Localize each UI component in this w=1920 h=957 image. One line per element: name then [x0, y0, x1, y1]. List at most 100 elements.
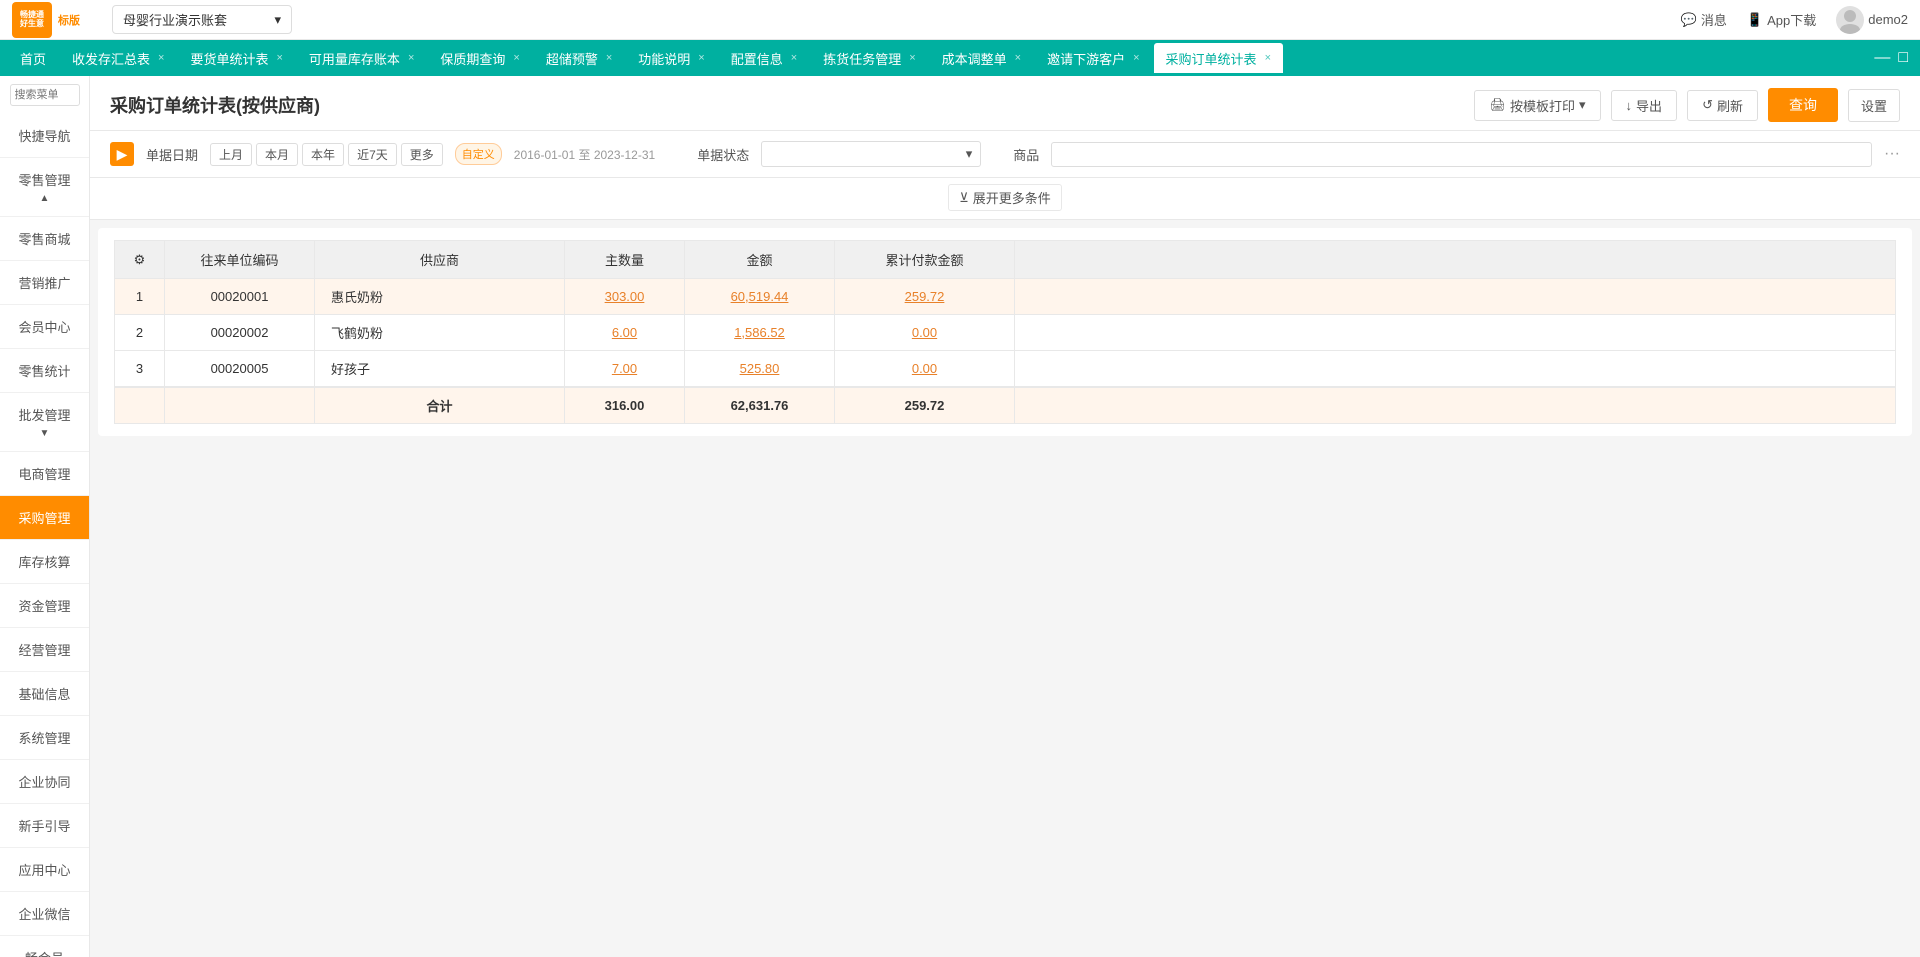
close-icon[interactable]: ×	[698, 52, 704, 64]
minimize-icon[interactable]: —	[1874, 49, 1890, 67]
cell-qty[interactable]: 303.00	[565, 279, 685, 315]
sidebar-label-app-center: 应用中心	[18, 860, 70, 879]
more-options-icon[interactable]: ···	[1884, 145, 1900, 163]
close-icon[interactable]: ×	[276, 52, 282, 64]
sidebar-item-retail-store[interactable]: 零售商城	[0, 217, 89, 261]
status-select[interactable]: ▾	[761, 141, 981, 167]
date-shortcut-more[interactable]: 更多	[401, 143, 443, 166]
export-btn[interactable]: ↓ 导出	[1611, 90, 1678, 121]
messages-btn[interactable]: 💬 消息	[1681, 10, 1727, 29]
print-btn[interactable]: 🖨 按模板打印 ▾	[1474, 90, 1600, 121]
cell-amount[interactable]: 525.80	[685, 351, 835, 388]
close-icon[interactable]: ×	[158, 52, 164, 64]
sidebar-item-new-guide[interactable]: 新手引导	[0, 804, 89, 848]
date-range: 2016-01-01 至 2023-12-31	[514, 146, 655, 163]
sidebar-item-finance[interactable]: 资金管理	[0, 584, 89, 628]
close-icon[interactable]: ×	[1133, 52, 1139, 64]
sidebar-item-enterprise-collab[interactable]: 企业协同	[0, 760, 89, 804]
th-supplier: 供应商	[315, 241, 565, 279]
date-shortcut-7-days[interactable]: 近7天	[348, 143, 397, 166]
sidebar-label-sys-mgmt: 系统管理	[18, 728, 70, 747]
sidebar-item-member[interactable]: 畅会员	[0, 936, 89, 957]
cell-paid[interactable]: 0.00	[835, 315, 1015, 351]
cell-qty[interactable]: 7.00	[565, 351, 685, 388]
tab-config-info-label: 配置信息	[731, 49, 783, 68]
close-icon[interactable]: ×	[1265, 52, 1271, 64]
expand-conditions-btn[interactable]: ⊻ 展开更多条件	[948, 184, 1062, 211]
sidebar-item-inventory-check[interactable]: 库存核算	[0, 540, 89, 584]
date-shortcut-this-year[interactable]: 本年	[302, 143, 344, 166]
tab-expiry-query[interactable]: 保质期查询 ×	[428, 43, 531, 73]
data-table: ⚙ 往来单位编码 供应商 主数量 金额	[114, 240, 1896, 424]
tab-home[interactable]: 首页	[8, 43, 58, 73]
shortcut-nav-label: 快捷导航	[18, 126, 70, 145]
main-layout: 快捷导航 零售管理 ▲ 零售商城 营销推广 会员中心 零售统计 批发管理 ▼ 电…	[0, 76, 1920, 957]
search-input[interactable]	[10, 84, 80, 106]
sidebar-item-purchase-mgmt[interactable]: 采购管理	[0, 496, 89, 540]
query-btn[interactable]: 查询	[1768, 88, 1838, 122]
tab-pickup-task[interactable]: 拣货任务管理 ×	[811, 43, 927, 73]
sidebar-label-inventory-check: 库存核算	[18, 552, 70, 571]
refresh-btn[interactable]: ↺ 刷新	[1687, 90, 1758, 121]
refresh-label: 刷新	[1717, 96, 1743, 115]
filter-toggle-btn[interactable]: ▶	[110, 142, 134, 166]
close-icon[interactable]: ×	[909, 52, 915, 64]
sidebar-label-basic-info: 基础信息	[18, 684, 70, 703]
close-icon[interactable]: ×	[606, 52, 612, 64]
tab-overstock-alert[interactable]: 超储预警 ×	[534, 43, 624, 73]
chevron-down-icon: ▾	[966, 146, 973, 162]
cell-amount[interactable]: 60,519.44	[685, 279, 835, 315]
close-icon[interactable]: ×	[408, 52, 414, 64]
sidebar-item-ops-mgmt[interactable]: 经营管理	[0, 628, 89, 672]
sidebar-item-ecommerce[interactable]: 电商管理	[0, 452, 89, 496]
settings-btn[interactable]: 设置	[1848, 89, 1900, 122]
sidebar-item-wholesale-mgmt[interactable]: 批发管理 ▼	[0, 393, 89, 452]
tab-func-desc[interactable]: 功能说明 ×	[626, 43, 716, 73]
th-settings[interactable]: ⚙	[115, 241, 165, 279]
workspace-selector[interactable]: 母婴行业演示账套 ▾	[112, 5, 292, 34]
sidebar-label-purchase-mgmt: 采购管理	[18, 508, 70, 527]
date-shortcut-this-month[interactable]: 本月	[256, 143, 298, 166]
tab-req-stats[interactable]: 要货单统计表 ×	[178, 43, 294, 73]
sidebar-item-marketing[interactable]: 营销推广	[0, 261, 89, 305]
export-icon: ↓	[1626, 98, 1633, 113]
maximize-icon[interactable]: □	[1898, 49, 1908, 67]
tab-purchase-stats[interactable]: 采购订单统计表 ×	[1154, 43, 1283, 73]
cell-amount[interactable]: 1,586.52	[685, 315, 835, 351]
sidebar-label-member: 畅会员	[25, 948, 64, 957]
close-icon[interactable]: ×	[1015, 52, 1021, 64]
sidebar-item-enterprise-wechat[interactable]: 企业微信	[0, 892, 89, 936]
cell-paid[interactable]: 0.00	[835, 351, 1015, 388]
app-download-btn[interactable]: 📱 App下载	[1747, 10, 1816, 29]
user-profile[interactable]: demo2	[1836, 6, 1908, 34]
cell-qty[interactable]: 6.00	[565, 315, 685, 351]
messages-label: 消息	[1701, 10, 1727, 29]
export-label: 导出	[1636, 96, 1662, 115]
content-area: 采购订单统计表(按供应商) 🖨 按模板打印 ▾ ↓ 导出 ↺ 刷新 查询	[90, 76, 1920, 957]
sidebar-item-sys-mgmt[interactable]: 系统管理	[0, 716, 89, 760]
tab-receive-pay[interactable]: 收发存汇总表 ×	[60, 43, 176, 73]
cell-paid[interactable]: 259.72	[835, 279, 1015, 315]
footer-label: 合计	[315, 387, 565, 424]
tab-invite-downstream[interactable]: 邀请下游客户 ×	[1035, 43, 1151, 73]
tab-overstock-alert-label: 超储预警	[546, 49, 598, 68]
sidebar-item-member-center[interactable]: 会员中心	[0, 305, 89, 349]
tab-available-inv[interactable]: 可用量库存账本 ×	[297, 43, 426, 73]
sidebar-label-member-center: 会员中心	[18, 317, 70, 336]
goods-input[interactable]	[1051, 142, 1872, 167]
sidebar-item-basic-info[interactable]: 基础信息	[0, 672, 89, 716]
sidebar-item-app-center[interactable]: 应用中心	[0, 848, 89, 892]
tab-cost-adjust-label: 成本调整单	[942, 49, 1007, 68]
date-shortcut-last-month[interactable]: 上月	[210, 143, 252, 166]
table-footer-row: 合计 316.00 62,631.76 259.72	[115, 387, 1896, 424]
date-custom-tag[interactable]: 自定义	[455, 143, 502, 165]
tab-config-info[interactable]: 配置信息 ×	[719, 43, 809, 73]
sidebar-item-retail-mgmt[interactable]: 零售管理 ▲	[0, 158, 89, 217]
tab-cost-adjust[interactable]: 成本调整单 ×	[930, 43, 1033, 73]
sidebar-item-retail-stats[interactable]: 零售统计	[0, 349, 89, 393]
settings-icon: ⚙	[134, 252, 146, 267]
chevron-down-icon: ▾	[274, 12, 281, 28]
close-icon[interactable]: ×	[791, 52, 797, 64]
footer-amount: 62,631.76	[685, 387, 835, 424]
close-icon[interactable]: ×	[513, 52, 519, 64]
